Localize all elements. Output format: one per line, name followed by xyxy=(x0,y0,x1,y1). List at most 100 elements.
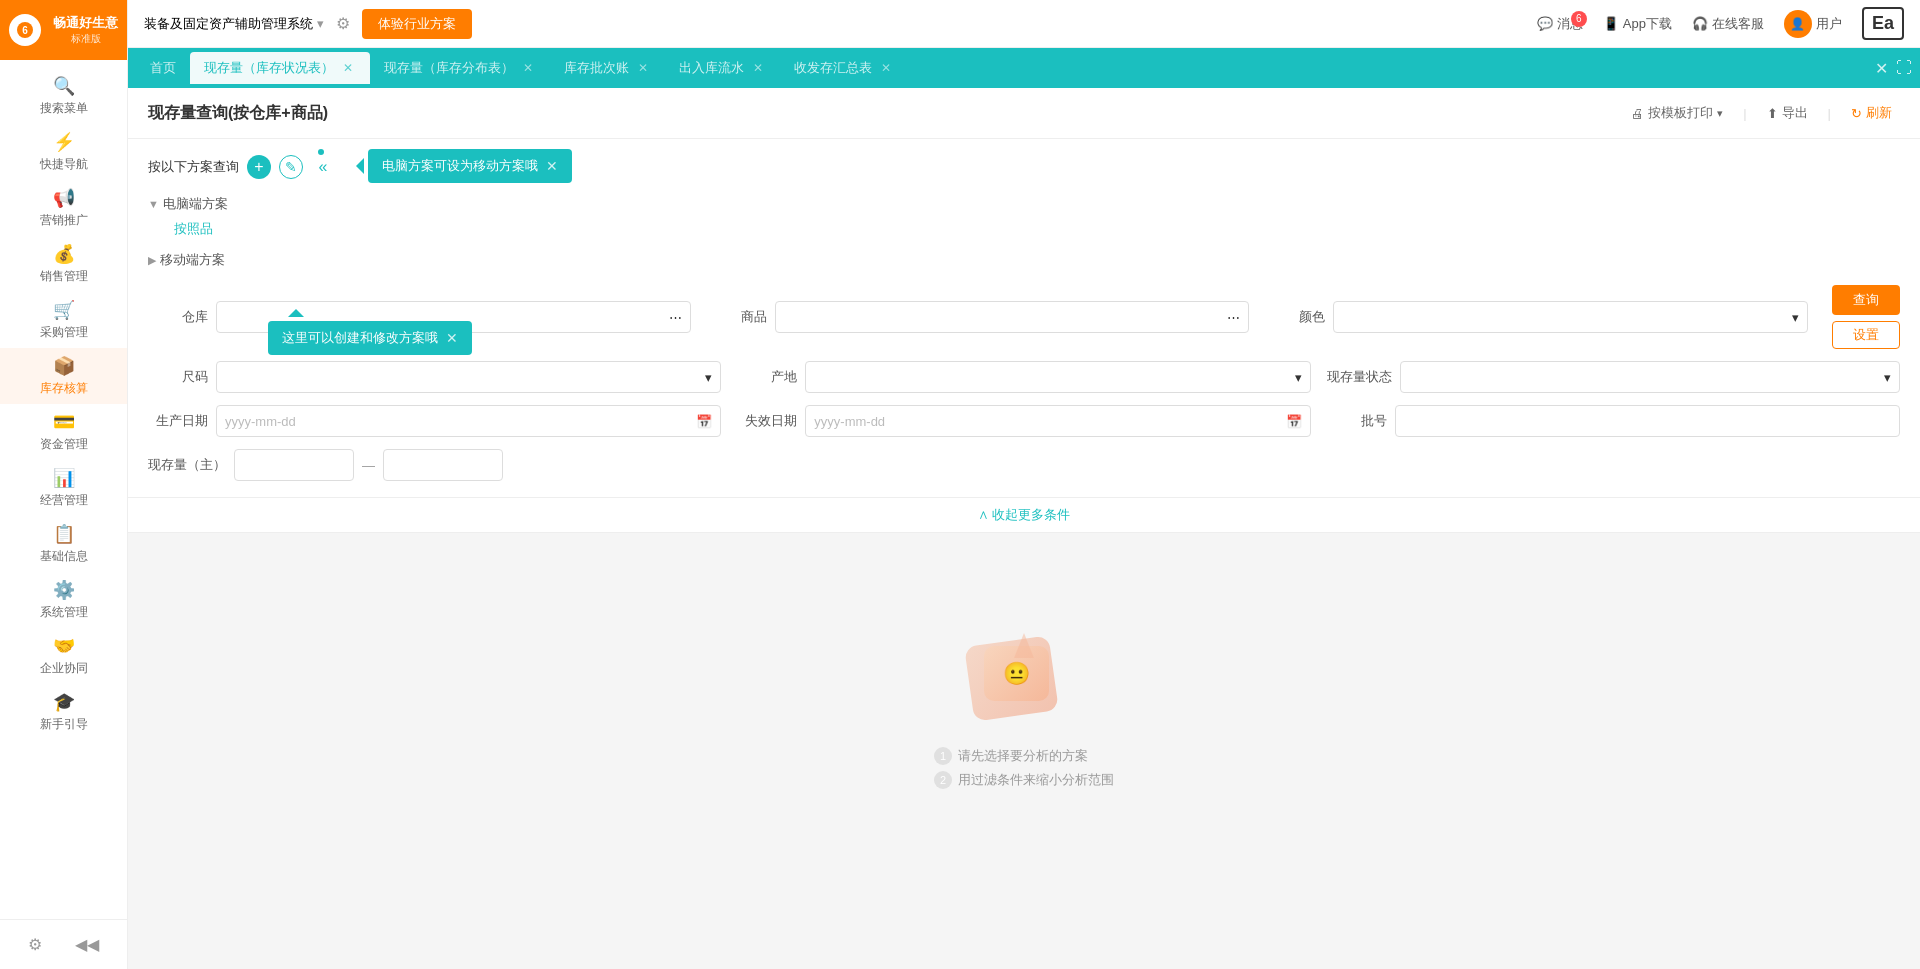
tab-bar: 首页 现存量（库存状况表） ✕ 现存量（库存分布表） ✕ 库存批次账 ✕ 出入库… xyxy=(128,48,1920,88)
tab-close-all-icon[interactable]: ✕ xyxy=(1875,59,1888,78)
scheme-tooltip-1-text: 电脑方案可设为移动方案哦 xyxy=(382,157,538,175)
settings-button[interactable]: 设置 xyxy=(1832,321,1900,349)
sidebar-item-system[interactable]: ⚙️ 系统管理 xyxy=(0,572,127,628)
size-label: 尺码 xyxy=(148,368,208,386)
sidebar-item-quicknav[interactable]: ⚡ 快捷导航 xyxy=(0,124,127,180)
sidebar-item-label: 销售管理 xyxy=(40,268,88,285)
tab-summary[interactable]: 收发存汇总表 ✕ xyxy=(780,52,908,84)
sidebar-item-purchase[interactable]: 🛒 采购管理 xyxy=(0,292,127,348)
sidebar-item-label: 采购管理 xyxy=(40,324,88,341)
filter-field-goods: 商品 ⋯ xyxy=(707,301,1250,333)
origin-select[interactable]: ▾ xyxy=(805,361,1310,393)
print-icon: 🖨 xyxy=(1631,106,1644,121)
scheme-group-desktop-arrow: ▼ xyxy=(148,198,159,210)
sidebar-item-sales[interactable]: 💰 销售管理 xyxy=(0,236,127,292)
tab-close-inout-flow[interactable]: ✕ xyxy=(750,60,766,76)
finance-icon: 💳 xyxy=(53,411,75,433)
sidebar-item-inventory[interactable]: 📦 库存核算 xyxy=(0,348,127,404)
tab-close-batch[interactable]: ✕ xyxy=(635,60,651,76)
tab-stock-status-label: 现存量（库存状况表） xyxy=(204,59,334,77)
scheme-item-byproduct[interactable]: 按照品 xyxy=(168,217,1900,241)
size-select[interactable]: ▾ xyxy=(216,361,721,393)
goods-select[interactable]: ⋯ xyxy=(775,301,1250,333)
filter-row-3: 生产日期 yyyy-mm-dd 📅 失效日期 yyyy-mm-dd 📅 批号 xyxy=(148,405,1900,437)
scheme-tooltip-1-close[interactable]: ✕ xyxy=(546,158,558,174)
produce-date-input[interactable]: yyyy-mm-dd 📅 xyxy=(216,405,721,437)
scheme-edit-tooltip: 这里可以创建和修改方案哦 ✕ xyxy=(268,321,472,355)
sidebar-item-collab[interactable]: 🤝 企业协同 xyxy=(0,628,127,684)
collapse-bar[interactable]: ∧ 收起更多条件 xyxy=(128,498,1920,533)
sidebar: 6 畅通好生意 标准版 🔍 搜索菜单 ⚡ 快捷导航 📢 营销推广 💰 销售管理 … xyxy=(0,0,128,969)
filter-field-stock-status: 现存量状态 ▾ xyxy=(1327,361,1900,393)
page-title: 现存量查询(按仓库+商品) xyxy=(148,103,328,124)
print-button[interactable]: 🖨 按模板打印 ▾ xyxy=(1623,100,1731,126)
filter-left-arrow-button[interactable]: « xyxy=(311,155,335,179)
tab-home[interactable]: 首页 xyxy=(136,52,190,84)
sidebar-item-basic-info[interactable]: 📋 基础信息 xyxy=(0,516,127,572)
produce-date-label: 生产日期 xyxy=(148,412,208,430)
sidebar-item-operations[interactable]: 📊 经营管理 xyxy=(0,460,127,516)
industry-plan-button[interactable]: 体验行业方案 xyxy=(362,9,472,39)
scheme-edit-tooltip-close[interactable]: ✕ xyxy=(446,330,458,346)
export-button[interactable]: ⬆ 导出 xyxy=(1759,100,1816,126)
origin-label: 产地 xyxy=(737,368,797,386)
filter-row-2: 尺码 ▾ 产地 ▾ 现存量状态 xyxy=(148,361,1900,393)
tab-stock-status[interactable]: 现存量（库存状况表） ✕ xyxy=(190,52,370,84)
collapse-sidebar-icon[interactable]: ◀◀ xyxy=(75,935,99,954)
sidebar-item-label: 基础信息 xyxy=(40,548,88,565)
sidebar-item-label: 系统管理 xyxy=(40,604,88,621)
sidebar-menu: 🔍 搜索菜单 ⚡ 快捷导航 📢 营销推广 💰 销售管理 🛒 采购管理 📦 库存核… xyxy=(0,60,127,919)
stock-status-select[interactable]: ▾ xyxy=(1400,361,1900,393)
online-support-label: 在线客服 xyxy=(1712,15,1764,33)
scheme-group-desktop-items: 按照品 xyxy=(148,217,1900,241)
system-icon: ⚙️ xyxy=(53,579,75,601)
search-button[interactable]: 查询 xyxy=(1832,285,1900,315)
scheme-group-desktop: ▼ 电脑端方案 按照品 xyxy=(148,191,1900,241)
tab-close-stock-status[interactable]: ✕ xyxy=(340,60,356,76)
tab-inout-flow-label: 出入库流水 xyxy=(679,59,744,77)
color-select[interactable]: ▾ xyxy=(1333,301,1808,333)
tab-inout-flow[interactable]: 出入库流水 ✕ xyxy=(665,52,780,84)
svg-text:6: 6 xyxy=(22,25,28,36)
warehouse-dots: ⋯ xyxy=(669,310,682,325)
ea-badge: Ea xyxy=(1862,7,1904,40)
sidebar-item-label: 搜索菜单 xyxy=(40,100,88,117)
scheme-group-desktop-header[interactable]: ▼ 电脑端方案 xyxy=(148,191,1900,217)
scheme-group-mobile-header[interactable]: ▶ 移动端方案 xyxy=(148,247,1900,273)
tab-close-summary[interactable]: ✕ xyxy=(878,60,894,76)
marketing-icon: 📢 xyxy=(53,187,75,209)
filter-field-size: 尺码 ▾ xyxy=(148,361,721,393)
collab-icon: 🤝 xyxy=(53,635,75,657)
online-support-button[interactable]: 🎧 在线客服 xyxy=(1692,15,1764,33)
sidebar-item-marketing[interactable]: 📢 营销推广 xyxy=(0,180,127,236)
message-badge: 6 xyxy=(1571,11,1587,27)
tab-stock-dist[interactable]: 现存量（库存分布表） ✕ xyxy=(370,52,550,84)
app-download-button[interactable]: 📱 App下载 xyxy=(1603,15,1672,33)
collapse-label: 收起更多条件 xyxy=(992,507,1070,522)
filter-edit-button[interactable]: ✎ xyxy=(279,155,303,179)
system-name-dropdown[interactable]: 装备及固定资产辅助管理系统 ▾ xyxy=(144,15,324,33)
sidebar-item-label: 经营管理 xyxy=(40,492,88,509)
produce-date-placeholder: yyyy-mm-dd xyxy=(225,414,296,429)
refresh-button[interactable]: ↻ 刷新 xyxy=(1843,100,1900,126)
batch-input[interactable] xyxy=(1395,405,1900,437)
color-label: 颜色 xyxy=(1265,308,1325,326)
tab-batch[interactable]: 库存批次账 ✕ xyxy=(550,52,665,84)
user-menu[interactable]: 👤 用户 xyxy=(1784,10,1842,38)
search-icon: 🔍 xyxy=(53,75,75,97)
tab-close-stock-dist[interactable]: ✕ xyxy=(520,60,536,76)
settings-gear-icon[interactable]: ⚙ xyxy=(336,14,350,33)
sidebar-item-finance[interactable]: 💳 资金管理 xyxy=(0,404,127,460)
sidebar-item-guide[interactable]: 🎓 新手引导 xyxy=(0,684,127,740)
stock-status-label: 现存量状态 xyxy=(1327,368,1392,386)
tab-fullscreen-icon[interactable]: ⛶ xyxy=(1896,59,1912,77)
sidebar-item-search[interactable]: 🔍 搜索菜单 xyxy=(0,68,127,124)
export-label: 导出 xyxy=(1782,104,1808,122)
expire-date-input[interactable]: yyyy-mm-dd 📅 xyxy=(805,405,1310,437)
settings-bottom-icon[interactable]: ⚙ xyxy=(28,935,42,954)
batch-label: 批号 xyxy=(1327,412,1387,430)
stock-main-max-input[interactable] xyxy=(383,449,503,481)
messages-button[interactable]: 💬 消息 6 xyxy=(1537,15,1583,33)
filter-add-button[interactable]: + xyxy=(247,155,271,179)
stock-main-min-input[interactable] xyxy=(234,449,354,481)
